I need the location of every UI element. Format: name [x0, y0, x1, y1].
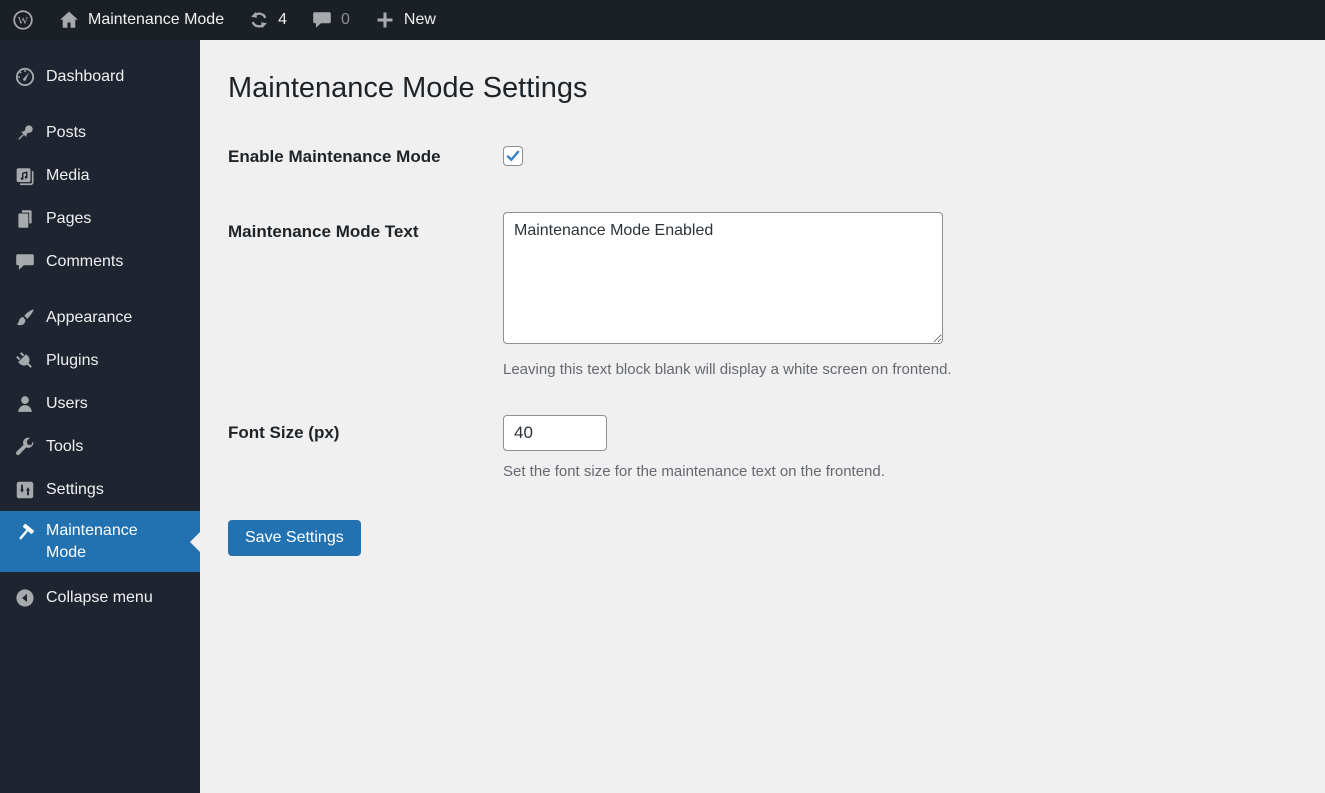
updates-link[interactable]: 4: [236, 0, 299, 40]
sidebar-item-media[interactable]: Media: [0, 154, 200, 197]
settings-form: Enable Maintenance Mode Maintenance Mode…: [228, 146, 1301, 480]
sidebar-item-label: Maintenance Mode: [46, 522, 138, 561]
sidebar-item-label: Media: [46, 166, 90, 184]
plus-icon: [374, 9, 396, 31]
pages-icon: [14, 208, 36, 230]
sidebar-item-label: Appearance: [46, 308, 133, 326]
font-size-row: Font Size (px) Set the font size for the…: [228, 415, 1301, 480]
font-size-control: Set the font size for the maintenance te…: [503, 415, 885, 480]
sidebar-item-label: Users: [46, 394, 88, 412]
new-content-link[interactable]: New: [362, 0, 448, 40]
sidebar-item-label: Comments: [46, 252, 124, 270]
paintbrush-icon: [14, 307, 36, 329]
sidebar-item-label: Pages: [46, 209, 92, 227]
collapse-menu-button[interactable]: Collapse menu: [0, 576, 200, 619]
sidebar-item-posts[interactable]: Posts: [0, 111, 200, 154]
maintenance-text-description: Leaving this text block blank will displ…: [503, 361, 952, 379]
pushpin-icon: [14, 122, 36, 144]
sidebar-item-settings[interactable]: Settings: [0, 468, 200, 511]
updates-count: 4: [278, 11, 287, 28]
sidebar-item-label: Tools: [46, 437, 84, 455]
font-size-input[interactable]: [503, 415, 607, 452]
collapse-arrow-icon: [14, 587, 36, 609]
sidebar-item-plugins[interactable]: Plugins: [0, 339, 200, 382]
collapse-menu-label: Collapse menu: [46, 588, 153, 606]
sidebar-item-pages[interactable]: Pages: [0, 197, 200, 240]
settings-page: Maintenance Mode Settings Enable Mainten…: [200, 40, 1325, 793]
dashboard-gauge-icon: [14, 66, 36, 88]
plug-icon: [14, 350, 36, 372]
user-icon: [14, 393, 36, 415]
enable-maintenance-checkbox[interactable]: [503, 146, 523, 167]
admin-menu: Dashboard Posts Media Pages Comments App…: [0, 40, 200, 793]
font-size-description: Set the font size for the maintenance te…: [503, 463, 885, 481]
update-icon: [248, 9, 270, 31]
checkmark-icon: [506, 150, 520, 162]
home-icon: [58, 9, 80, 31]
new-label: New: [403, 11, 436, 28]
site-name-label: Maintenance Mode: [88, 11, 225, 28]
sidebar-item-label: Posts: [46, 123, 87, 141]
comments-count: 0: [341, 11, 350, 28]
sidebar-item-comments[interactable]: Comments: [0, 240, 200, 283]
font-size-label: Font Size (px): [228, 423, 340, 443]
sliders-icon: [14, 479, 36, 501]
sidebar-item-label: Settings: [46, 480, 104, 498]
sidebar-item-maintenance-mode[interactable]: Maintenance Mode: [0, 511, 200, 573]
svg-text:W: W: [18, 15, 29, 27]
sidebar-item-dashboard[interactable]: Dashboard: [0, 55, 200, 98]
save-settings-button[interactable]: Save Settings: [228, 520, 361, 557]
sidebar-item-appearance[interactable]: Appearance: [0, 296, 200, 339]
sidebar-item-users[interactable]: Users: [0, 382, 200, 425]
enable-maintenance-row: Enable Maintenance Mode: [228, 146, 1301, 167]
wrench-icon: [14, 436, 36, 458]
comments-bubble-icon: [311, 9, 333, 31]
maintenance-text-label: Maintenance Mode Text: [228, 222, 419, 242]
admin-bar: W Maintenance Mode 4 0 New: [0, 0, 1325, 40]
media-note-icon: [14, 165, 36, 187]
sidebar-item-label: Plugins: [46, 351, 99, 369]
maintenance-text-row: Maintenance Mode Text Maintenance Mode E…: [228, 212, 1301, 378]
site-name-link[interactable]: Maintenance Mode: [46, 0, 236, 40]
maintenance-text-textarea[interactable]: Maintenance Mode Enabled: [503, 212, 943, 345]
page-title: Maintenance Mode Settings: [228, 72, 588, 104]
hammer-icon: [14, 522, 36, 544]
enable-maintenance-label: Enable Maintenance Mode: [228, 147, 441, 167]
comment-bubble-icon: [14, 251, 36, 273]
wordpress-logo-icon: W: [12, 9, 34, 31]
maintenance-text-control: Maintenance Mode Enabled Leaving this te…: [503, 212, 952, 378]
sidebar-item-tools[interactable]: Tools: [0, 425, 200, 468]
sidebar-item-label: Dashboard: [46, 67, 125, 85]
wordpress-logo-menu[interactable]: W: [0, 0, 46, 40]
comments-link[interactable]: 0: [299, 0, 362, 40]
